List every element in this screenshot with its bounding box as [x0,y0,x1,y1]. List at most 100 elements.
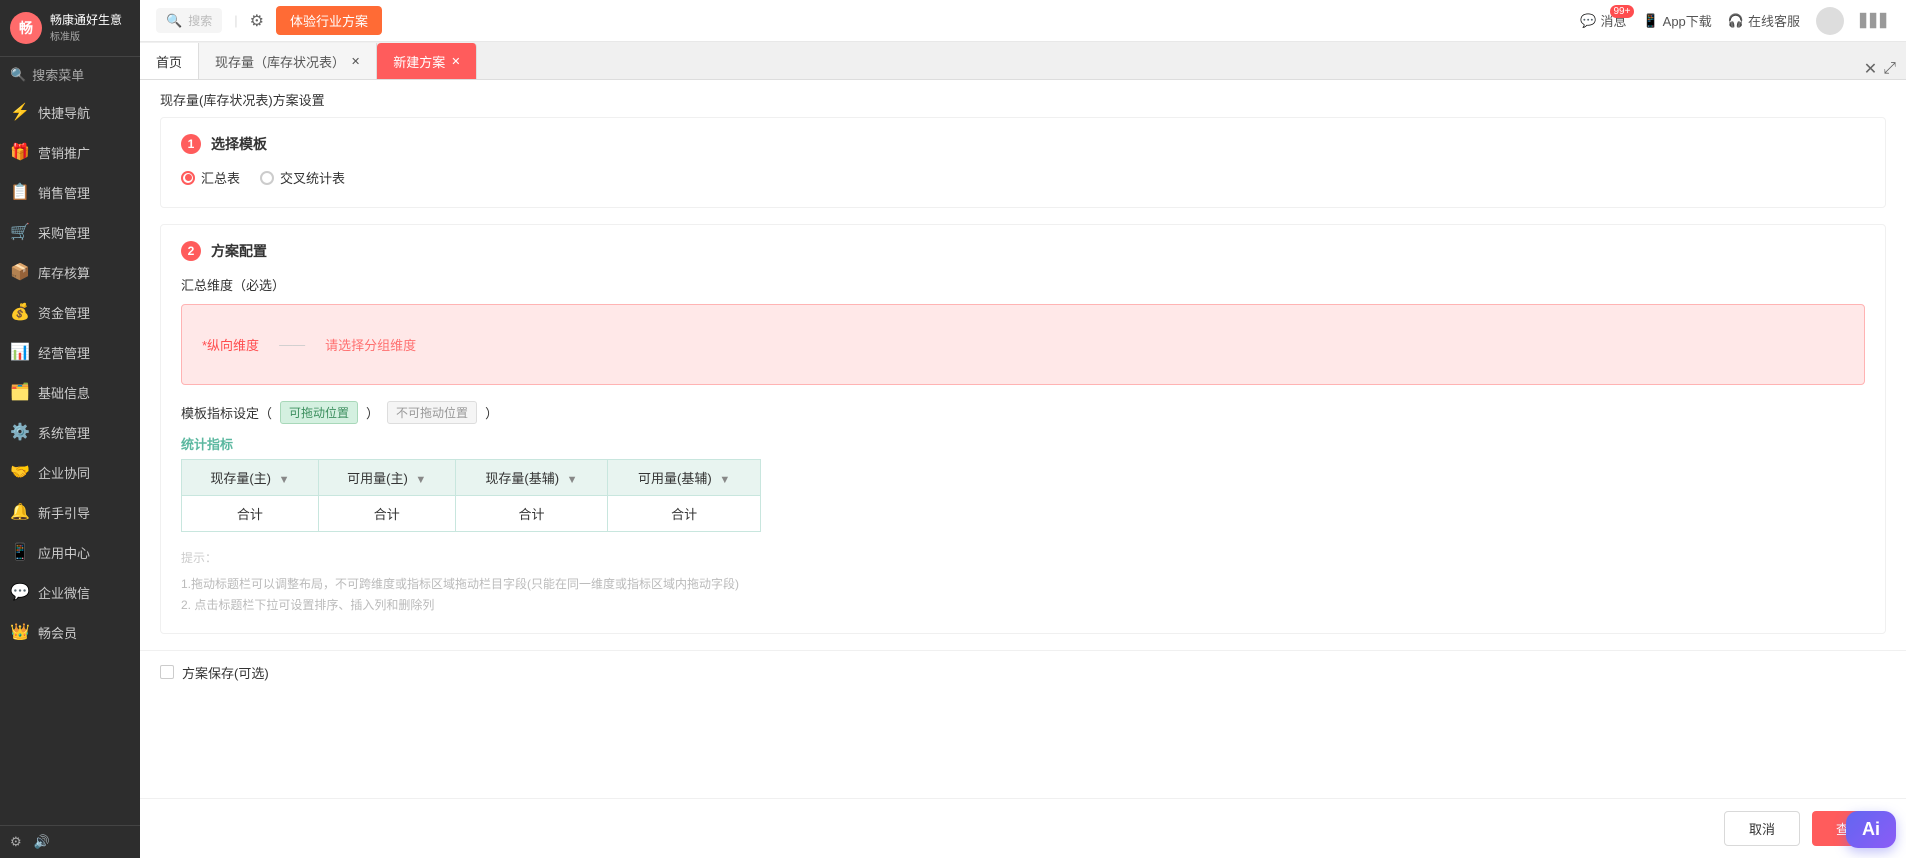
sidebar-item-system[interactable]: ⚙️ 系统管理 [0,412,140,452]
topbar-divider: | [234,13,237,28]
tab-home[interactable]: 首页 [140,43,199,79]
stats-table: 现存量(主) ▼ 可用量(主) ▼ 现存量(基辅) ▼ [181,459,761,532]
radio-summary[interactable]: 汇总表 [181,168,240,187]
cell-0-2: 合计 [455,496,608,532]
sidebar-item-quick-nav[interactable]: ⚡ 快捷导航 [0,92,140,132]
save-checkbox[interactable] [160,665,174,679]
customer-service-button[interactable]: 🎧 在线客服 [1728,11,1800,30]
finance-icon: 💰 [10,302,30,322]
section2-num: 2 [181,241,201,261]
tab-expand-icon[interactable]: ⤢ [1883,60,1896,78]
sidebar-item-guide[interactable]: 🔔 新手引导 [0,492,140,532]
apps-icon: 📱 [10,542,30,562]
tip-1: 1.拖动标题栏可以调整布局，不可跨维度或指标区域拖动栏目字段(只能在同一维度或指… [181,574,1865,596]
config-section-panel: 2 方案配置 汇总维度（必选） *纵向维度 —— 请选择分组维度 模板指标设定（… [160,224,1886,634]
template-options: 汇总表 交叉统计表 [181,168,1865,187]
non-draggable-badge: 不可拖动位置 [387,401,477,424]
footer: 取消 查询 [140,798,1906,858]
section1-num: 1 [181,134,201,154]
col-header-0[interactable]: 现存量(主) ▼ [182,460,319,496]
topbar-gear-icon[interactable]: ⚙ [250,11,264,31]
member-icon: 👑 [10,622,30,642]
cell-0-0: 合计 [182,496,319,532]
save-label: 方案保存(可选) [182,663,269,682]
sidebar-item-basic[interactable]: 🗂️ 基础信息 [0,372,140,412]
table-row: 合计 合计 合计 合计 [182,496,761,532]
logo-icon: 畅 [10,12,42,44]
draggable-badge: 可拖动位置 [280,401,358,424]
quick-nav-icon: ⚡ [10,102,30,122]
topbar-search[interactable]: 🔍 搜索 [156,8,222,33]
tips-title: 提示： [181,548,1865,570]
sidebar-bottom: ⚙ 🔊 [0,825,140,858]
section1-header: 1 选择模板 [181,134,1865,154]
cancel-button[interactable]: 取消 [1724,811,1800,846]
audio-bottom-icon[interactable]: 🔊 [34,834,50,850]
sidebar-item-member[interactable]: 👑 畅会员 [0,612,140,652]
message-icon: 💬 [1580,13,1596,29]
content-area: 现存量(库存状况表)方案设置 1 选择模板 汇总表 交叉统计表 2 [140,80,1906,798]
guide-icon: 🔔 [10,502,30,522]
sidebar-item-wechat[interactable]: 💬 企业微信 [0,572,140,612]
sidebar-item-cooperation[interactable]: 🤝 企业协同 [0,452,140,492]
search-icon: 🔍 [10,67,26,83]
ai-fab-button[interactable]: Ai [1846,811,1896,848]
dim-placeholder-text: *纵向维度 —— 请选择分组维度 [202,335,416,354]
app-download-button[interactable]: 📱 App下载 [1642,11,1711,30]
dim-label: 汇总维度（必选） [181,275,1865,294]
radio-cross-circle[interactable] [260,171,274,185]
purchase-icon: 🛒 [10,222,30,242]
page-title: 现存量(库存状况表)方案设置 [140,80,1906,117]
headset-icon: 🎧 [1728,13,1744,29]
template-section-panel: 1 选择模板 汇总表 交叉统计表 [160,117,1886,208]
tab-inventory-status-close[interactable]: ✕ [351,55,360,68]
sidebar-item-sales[interactable]: 📋 销售管理 [0,172,140,212]
radio-cross[interactable]: 交叉统计表 [260,168,345,187]
basic-icon: 🗂️ [10,382,30,402]
sidebar-logo: 畅 畅康通好生意 标准版 [0,0,140,57]
col0-dropdown-icon[interactable]: ▼ [279,474,290,486]
wechat-icon: 💬 [10,582,30,602]
sidebar: 畅 畅康通好生意 标准版 🔍 搜索菜单 ⚡ 快捷导航 🎁 营销推广 📋 销售管理… [0,0,140,858]
operations-icon: 📊 [10,342,30,362]
phone-icon: 📱 [1642,13,1658,29]
topbar: 🔍 搜索 | ⚙ 体验行业方案 💬 消息 99+ 📱 App下载 🎧 在线客服 … [140,0,1906,42]
sidebar-item-inventory[interactable]: 📦 库存核算 [0,252,140,292]
logo-text-block: 畅康通好生意 标准版 [50,13,122,44]
dimension-area[interactable]: *纵向维度 —— 请选择分组维度 [181,304,1865,385]
col1-dropdown-icon[interactable]: ▼ [415,474,426,486]
industry-plan-button[interactable]: 体验行业方案 [276,6,382,35]
messages-button[interactable]: 💬 消息 99+ [1580,11,1626,30]
cell-0-3: 合计 [608,496,761,532]
topbar-right: 💬 消息 99+ 📱 App下载 🎧 在线客服 ▋▋▋ [1580,7,1890,35]
col-header-3[interactable]: 可用量(基辅) ▼ [608,460,761,496]
radio-summary-circle[interactable] [181,171,195,185]
user-avatar[interactable] [1816,7,1844,35]
section2-title: 方案配置 [211,241,267,261]
sales-icon: 📋 [10,182,30,202]
config-body: 汇总维度（必选） *纵向维度 —— 请选择分组维度 模板指标设定（ 可拖动位置 … [181,275,1865,617]
sidebar-item-finance[interactable]: 💰 资金管理 [0,292,140,332]
sidebar-item-apps[interactable]: 📱 应用中心 [0,532,140,572]
tab-close-all-icon[interactable]: ✕ [1864,59,1877,79]
sidebar-search[interactable]: 🔍 搜索菜单 [0,57,140,92]
main-area: 🔍 搜索 | ⚙ 体验行业方案 💬 消息 99+ 📱 App下载 🎧 在线客服 … [140,0,1906,858]
topbar-search-icon: 🔍 [166,13,182,29]
col-header-2[interactable]: 现存量(基辅) ▼ [455,460,608,496]
tab-new-plan-close[interactable]: ✕ [451,55,460,68]
save-row: 方案保存(可选) [140,650,1906,694]
tips-section: 提示： 1.拖动标题栏可以调整布局，不可跨维度或指标区域拖动栏目字段(只能在同一… [181,548,1865,617]
settings-bottom-icon[interactable]: ⚙ [10,834,22,850]
tip-2: 2. 点击标题栏下拉可设置排序、插入列和删除列 [181,595,1865,617]
tab-inventory-status[interactable]: 现存量（库存状况表） ✕ [199,43,377,79]
sidebar-item-marketing[interactable]: 🎁 营销推广 [0,132,140,172]
tabbar: 首页 现存量（库存状况表） ✕ 新建方案 ✕ ✕ ⤢ [140,42,1906,80]
tab-new-plan[interactable]: 新建方案 ✕ [377,43,477,79]
sidebar-item-operations[interactable]: 📊 经营管理 [0,332,140,372]
col3-dropdown-icon[interactable]: ▼ [719,474,730,486]
section2-header: 2 方案配置 [181,241,1865,261]
col2-dropdown-icon[interactable]: ▼ [567,474,578,486]
col-header-1[interactable]: 可用量(主) ▼ [318,460,455,496]
inventory-icon: 📦 [10,262,30,282]
sidebar-item-purchase[interactable]: 🛒 采购管理 [0,212,140,252]
